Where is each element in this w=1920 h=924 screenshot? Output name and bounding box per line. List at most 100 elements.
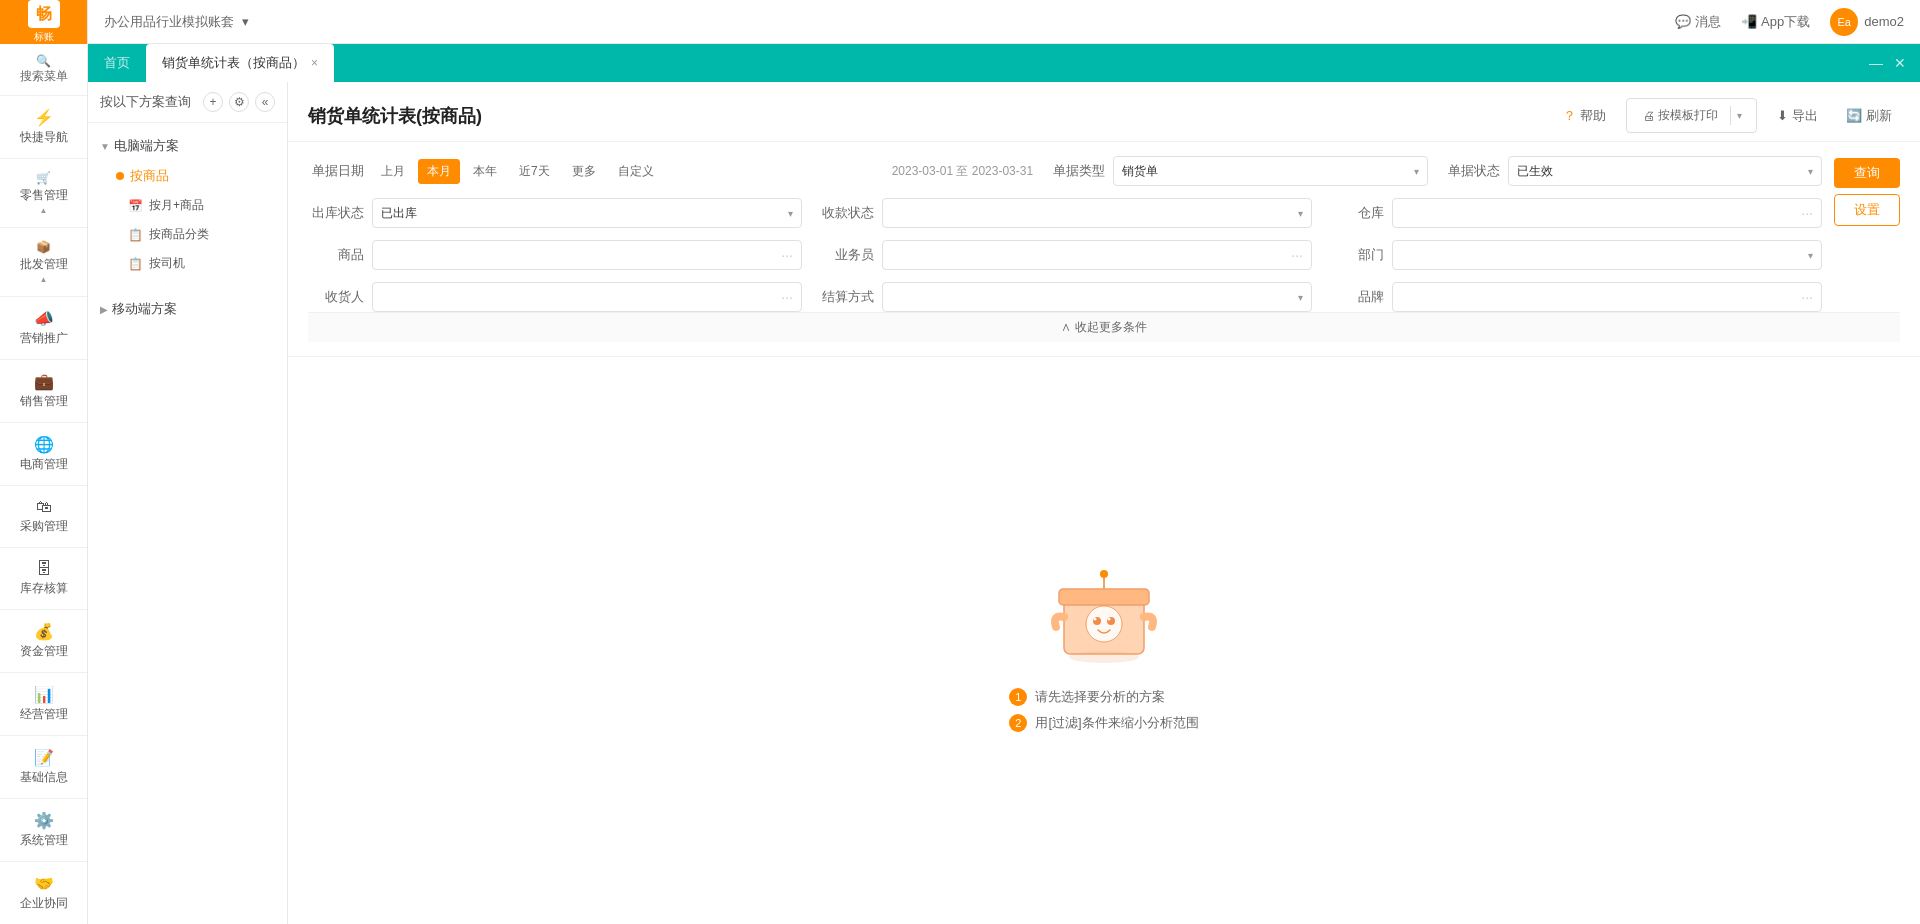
date-tab-this-year[interactable]: 本年: [464, 159, 506, 184]
user-profile-action[interactable]: Ea demo2: [1830, 8, 1904, 36]
sidebar-item-wholesale[interactable]: 📦 批发管理 ▲: [4, 234, 84, 290]
refresh-button[interactable]: 🔄 刷新: [1838, 103, 1900, 129]
refresh-icon: 🔄: [1846, 108, 1862, 123]
sidebar-item-marketing[interactable]: 📣 营销推广: [4, 303, 84, 353]
sales-section: 💼 销售管理: [0, 360, 87, 423]
breadcrumb: 办公用品行业模拟账套 ▾: [104, 13, 249, 31]
receipt-status-arrow: ▾: [1298, 208, 1303, 219]
collapse-panel-button[interactable]: «: [255, 92, 275, 112]
sidebar-item-ecommerce[interactable]: 🌐 电商管理: [4, 429, 84, 479]
warehouse-dots: ···: [1801, 205, 1813, 221]
goods-field: 商品 ···: [308, 240, 802, 270]
tree-child-by-goods[interactable]: 按商品: [88, 161, 287, 191]
warehouse-select[interactable]: ···: [1392, 198, 1822, 228]
tab-sales-stats[interactable]: 销货单统计表（按商品） ×: [146, 44, 334, 82]
message-action[interactable]: 💬 消息: [1675, 13, 1721, 31]
date-tab-custom[interactable]: 自定义: [609, 159, 663, 184]
sidebar-item-corp[interactable]: 🤝 企业协同: [4, 868, 84, 918]
calendar-icon: 📅: [128, 199, 143, 213]
export-label: 导出: [1792, 107, 1818, 125]
search-label: 搜索菜单: [20, 68, 68, 85]
close-button[interactable]: ✕: [1892, 55, 1908, 71]
doc-status-field: 单据状态 已生效 ▾: [1444, 156, 1822, 186]
tree-child-by-goods-label: 按商品: [130, 167, 169, 185]
date-tab-last-month[interactable]: 上月: [372, 159, 414, 184]
sidebar-item-sales[interactable]: 💼 销售管理: [4, 366, 84, 416]
print-button[interactable]: 🖨 按模板打印 ▾: [1626, 98, 1757, 133]
empty-state: 1 请先选择要分析的方案 2 用[过滤]条件来缩小分析范围: [288, 357, 1920, 924]
settings-scheme-button[interactable]: ⚙: [229, 92, 249, 112]
date-tab-more[interactable]: 更多: [563, 159, 605, 184]
svg-point-2: [1086, 606, 1122, 642]
page-actions: ？ 帮助 🖨 按模板打印 ▾ ⬇ 导出: [1555, 98, 1900, 133]
sidebar-item-purchase[interactable]: 🛍 采购管理: [4, 492, 84, 541]
wholesale-label: 批发管理: [20, 256, 68, 273]
print-dropdown-arrow[interactable]: ▾: [1730, 106, 1748, 125]
tree-section-mobile: ▶ 移动端方案: [88, 286, 287, 332]
tab-close-icon[interactable]: ×: [311, 56, 318, 70]
sidebar-item-retail[interactable]: 🛒 零售管理 ▲: [4, 165, 84, 221]
department-arrow: ▾: [1808, 250, 1813, 261]
avatar: Ea: [1830, 8, 1858, 36]
left-panel-header: 按以下方案查询 + ⚙ «: [88, 82, 287, 123]
tree-parent-desktop[interactable]: ▼ 电脑端方案: [88, 131, 287, 161]
goods-select[interactable]: ···: [372, 240, 802, 270]
ecommerce-icon: 🌐: [34, 435, 54, 454]
consignee-select[interactable]: ···: [372, 282, 802, 312]
empty-tips: 1 请先选择要分析的方案 2 用[过滤]条件来缩小分析范围: [1009, 688, 1198, 732]
help-button[interactable]: ？ 帮助: [1555, 103, 1614, 129]
tree-child-by-cashier[interactable]: 📋 按司机: [88, 249, 287, 278]
brand-select[interactable]: ···: [1392, 282, 1822, 312]
filter-settings-button[interactable]: 设置: [1834, 194, 1900, 226]
sidebar-item-operations[interactable]: 📊 经营管理: [4, 679, 84, 729]
doc-status-select[interactable]: 已生效 ▾: [1508, 156, 1822, 186]
export-button[interactable]: ⬇ 导出: [1769, 103, 1826, 129]
goods-label: 商品: [308, 246, 364, 264]
tab-sales-stats-label: 销货单统计表（按商品）: [162, 54, 305, 72]
add-scheme-button[interactable]: +: [203, 92, 223, 112]
system-label: 系统管理: [20, 832, 68, 849]
minimize-button[interactable]: —: [1868, 55, 1884, 71]
out-status-select[interactable]: 已出库 ▾: [372, 198, 802, 228]
tab-home[interactable]: 首页: [88, 44, 146, 82]
sidebar-item-basics[interactable]: 📝 基础信息: [4, 742, 84, 792]
out-status-arrow: ▾: [788, 208, 793, 219]
tab-home-label: 首页: [104, 54, 130, 72]
tree-parent-mobile[interactable]: ▶ 移动端方案: [88, 294, 287, 324]
breadcrumb-dropdown-icon[interactable]: ▾: [242, 14, 249, 29]
date-tab-last-7-days[interactable]: 近7天: [510, 159, 559, 184]
sidebar-item-finance[interactable]: 💰 资金管理: [4, 616, 84, 666]
svg-point-6: [1108, 618, 1111, 621]
sidebar-item-quicknav[interactable]: ⚡ 快捷导航: [4, 102, 84, 152]
expand-icon: ▼: [100, 141, 110, 152]
filter-row-2: 出库状态 已出库 ▾ 收款状态 ▾: [308, 198, 1822, 228]
basics-label: 基础信息: [20, 769, 68, 786]
top-header: 办公用品行业模拟账套 ▾ 💬 消息 📲 App下载 Ea demo2: [88, 0, 1920, 44]
doc-type-select[interactable]: 销货单 ▾: [1113, 156, 1427, 186]
close-icon: ✕: [1894, 55, 1906, 71]
department-select[interactable]: ▾: [1392, 240, 1822, 270]
tree-child-by-category[interactable]: 📋 按商品分类: [88, 220, 287, 249]
date-tab-this-month[interactable]: 本月: [418, 159, 460, 184]
payment-select[interactable]: ▾: [882, 282, 1312, 312]
brand-field: 品牌 ···: [1328, 282, 1822, 312]
tree-child-by-month-goods[interactable]: 📅 按月+商品: [88, 191, 287, 220]
user-name: demo2: [1864, 14, 1904, 29]
search-menu-item[interactable]: 🔍 搜索菜单: [0, 44, 87, 96]
query-button[interactable]: 查询: [1834, 158, 1900, 188]
warehouse-field: 仓库 ···: [1328, 198, 1822, 228]
sales-label: 销售管理: [20, 393, 68, 410]
collapse-label: ∧ 收起更多条件: [1061, 320, 1146, 334]
receipt-status-select[interactable]: ▾: [882, 198, 1312, 228]
filter-row-3: 商品 ··· 业务员 ···: [308, 240, 1822, 270]
quicknav-icon: ⚡: [34, 108, 54, 127]
system-icon: ⚙️: [34, 811, 54, 830]
sidebar-item-system[interactable]: ⚙️ 系统管理: [4, 805, 84, 855]
date-range-field: 2023-03-01 至 2023-03-31: [892, 163, 1033, 180]
collapse-more-button[interactable]: ∧ 收起更多条件: [308, 312, 1900, 342]
out-status-label: 出库状态: [308, 204, 364, 222]
salesman-select[interactable]: ···: [882, 240, 1312, 270]
sidebar-item-inventory[interactable]: 🗄 库存核算: [4, 554, 84, 603]
app-download-action[interactable]: 📲 App下载: [1741, 13, 1810, 31]
doc-status-arrow: ▾: [1808, 166, 1813, 177]
